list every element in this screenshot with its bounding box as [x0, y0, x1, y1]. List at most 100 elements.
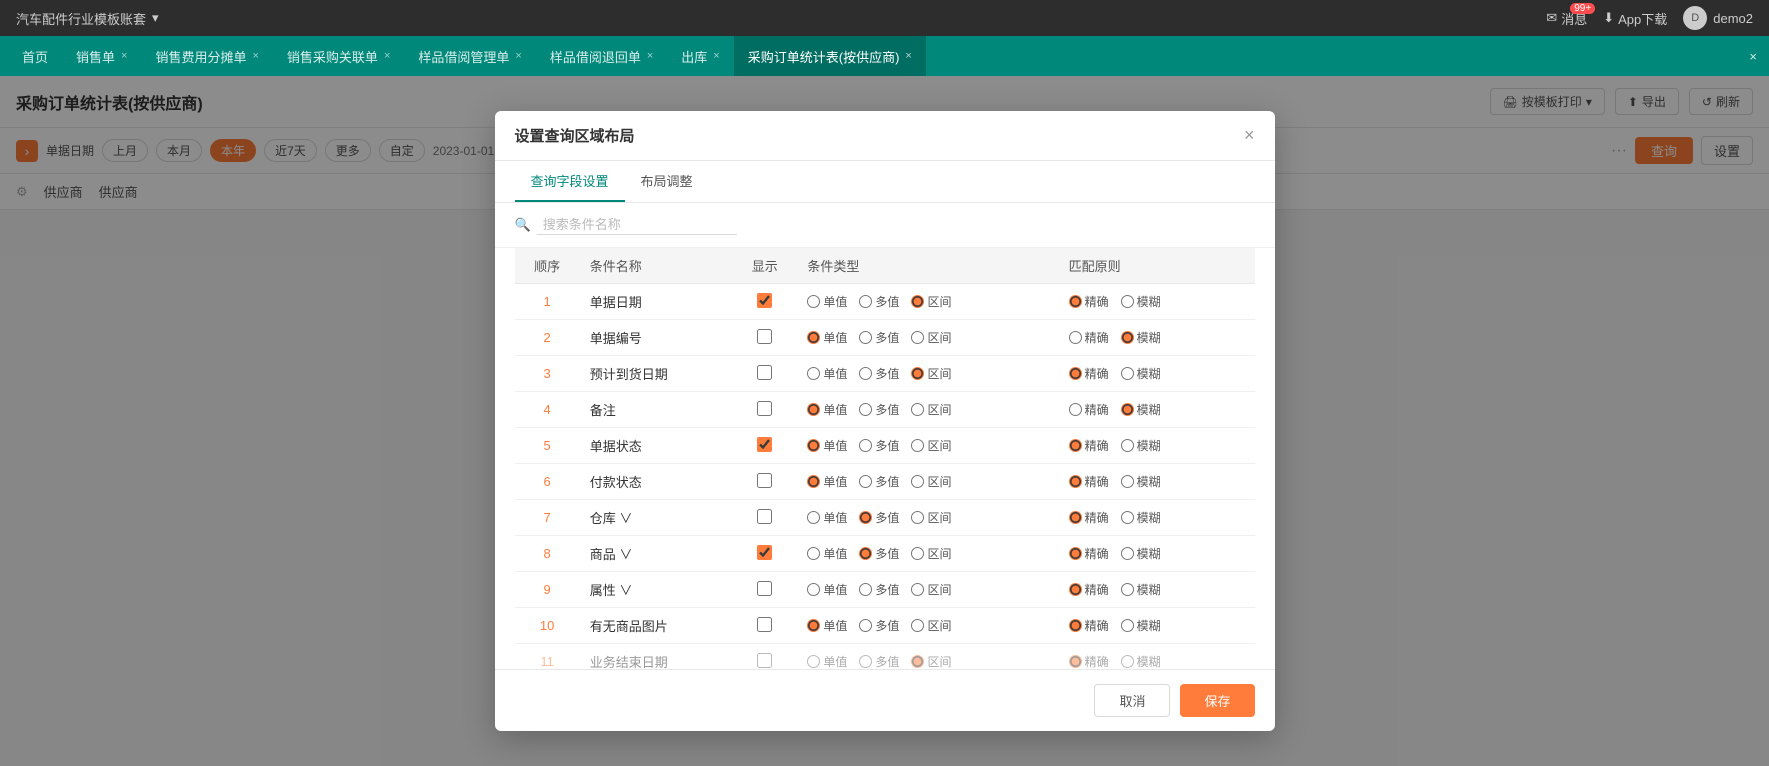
radio-match-fuzzy[interactable]: 模糊	[1121, 509, 1161, 526]
radio-match-fuzzy[interactable]: 模糊	[1121, 437, 1161, 454]
show-checkbox[interactable]	[757, 473, 772, 488]
radio-type-range[interactable]: 区间	[911, 437, 951, 454]
radio-type-multi[interactable]: 多值	[859, 293, 899, 310]
cell-type[interactable]: 单值多值区间	[797, 536, 1058, 572]
cell-type[interactable]: 单值多值区间	[797, 608, 1058, 644]
radio-match-fuzzy[interactable]: 模糊	[1121, 293, 1161, 310]
app-download-button[interactable]: ⬇ App下载	[1603, 9, 1667, 28]
show-checkbox[interactable]	[757, 581, 772, 596]
cell-type[interactable]: 单值多值区间	[797, 284, 1058, 320]
radio-type-range[interactable]: 区间	[911, 617, 951, 634]
nav-home[interactable]: 首页	[8, 36, 62, 76]
radio-type-multi[interactable]: 多值	[859, 545, 899, 562]
radio-type-single[interactable]: 单值	[807, 437, 847, 454]
cell-type[interactable]: 单值多值区间	[797, 464, 1058, 500]
radio-type-multi[interactable]: 多值	[859, 581, 899, 598]
radio-type-multi[interactable]: 多值	[859, 401, 899, 418]
show-checkbox[interactable]	[757, 617, 772, 632]
radio-type-multi[interactable]: 多值	[859, 329, 899, 346]
show-checkbox[interactable]	[757, 293, 772, 308]
show-checkbox[interactable]	[757, 509, 772, 524]
cell-show[interactable]	[732, 320, 797, 356]
show-checkbox[interactable]	[757, 401, 772, 416]
save-button[interactable]: 保存	[1180, 684, 1254, 717]
radio-type-multi[interactable]: 多值	[859, 617, 899, 634]
nav-tab-sales-purchase-close[interactable]: ×	[384, 50, 390, 62]
radio-match-exact[interactable]: 精确	[1069, 653, 1109, 669]
cell-show[interactable]	[732, 500, 797, 536]
cell-type[interactable]: 单值多值区间	[797, 644, 1058, 670]
cell-type[interactable]: 单值多值区间	[797, 392, 1058, 428]
cell-show[interactable]	[732, 392, 797, 428]
nav-tab-sample-return[interactable]: 样品借阅退回单 ×	[536, 36, 667, 76]
radio-type-multi[interactable]: 多值	[859, 473, 899, 490]
show-checkbox[interactable]	[757, 545, 772, 560]
show-checkbox[interactable]	[757, 329, 772, 344]
radio-match-fuzzy[interactable]: 模糊	[1121, 617, 1161, 634]
radio-type-single[interactable]: 单值	[807, 401, 847, 418]
cell-show[interactable]	[732, 608, 797, 644]
cell-match[interactable]: 精确模糊	[1059, 572, 1255, 608]
search-input[interactable]	[537, 215, 737, 235]
cell-type[interactable]: 单值多值区间	[797, 572, 1058, 608]
nav-tab-sample-close[interactable]: ×	[515, 50, 521, 62]
radio-match-fuzzy[interactable]: 模糊	[1121, 473, 1161, 490]
cell-type[interactable]: 单值多值区间	[797, 428, 1058, 464]
show-checkbox[interactable]	[757, 653, 772, 668]
show-checkbox[interactable]	[757, 365, 772, 380]
radio-type-single[interactable]: 单值	[807, 545, 847, 562]
radio-type-range[interactable]: 区间	[911, 329, 951, 346]
cell-show[interactable]	[732, 428, 797, 464]
radio-match-exact[interactable]: 精确	[1069, 329, 1109, 346]
nav-tab-outbound[interactable]: 出库 ×	[667, 36, 733, 76]
radio-type-single[interactable]: 单值	[807, 653, 847, 669]
radio-type-range[interactable]: 区间	[911, 545, 951, 562]
modal-close-button[interactable]: ×	[1244, 125, 1255, 146]
radio-match-exact[interactable]: 精确	[1069, 545, 1109, 562]
radio-type-range[interactable]: 区间	[911, 365, 951, 382]
cell-match[interactable]: 精确模糊	[1059, 356, 1255, 392]
radio-type-range[interactable]: 区间	[911, 401, 951, 418]
radio-type-single[interactable]: 单值	[807, 293, 847, 310]
cell-show[interactable]	[732, 644, 797, 670]
radio-match-exact[interactable]: 精确	[1069, 617, 1109, 634]
cell-match[interactable]: 精确模糊	[1059, 500, 1255, 536]
cell-type[interactable]: 单值多值区间	[797, 320, 1058, 356]
nav-tab-sales[interactable]: 销售单 ×	[62, 36, 141, 76]
radio-type-multi[interactable]: 多值	[859, 437, 899, 454]
radio-match-exact[interactable]: 精确	[1069, 473, 1109, 490]
cell-show[interactable]	[732, 356, 797, 392]
radio-match-exact[interactable]: 精确	[1069, 401, 1109, 418]
radio-match-exact[interactable]: 精确	[1069, 581, 1109, 598]
radio-type-multi[interactable]: 多值	[859, 509, 899, 526]
cell-match[interactable]: 精确模糊	[1059, 284, 1255, 320]
cell-show[interactable]	[732, 572, 797, 608]
cell-type[interactable]: 单值多值区间	[797, 356, 1058, 392]
cell-match[interactable]: 精确模糊	[1059, 608, 1255, 644]
cell-match[interactable]: 精确模糊	[1059, 644, 1255, 670]
radio-match-exact[interactable]: 精确	[1069, 293, 1109, 310]
radio-type-single[interactable]: 单值	[807, 365, 847, 382]
cell-show[interactable]	[732, 284, 797, 320]
nav-tab-purchase-stats[interactable]: 采购订单统计表(按供应商) ×	[734, 36, 926, 76]
radio-type-single[interactable]: 单值	[807, 617, 847, 634]
radio-type-range[interactable]: 区间	[911, 473, 951, 490]
nav-tab-purchase-stats-close[interactable]: ×	[905, 50, 911, 62]
radio-type-range[interactable]: 区间	[911, 653, 951, 669]
nav-tab-sales-expense[interactable]: 销售费用分摊单 ×	[141, 36, 272, 76]
cell-match[interactable]: 精确模糊	[1059, 464, 1255, 500]
radio-match-fuzzy[interactable]: 模糊	[1121, 545, 1161, 562]
cell-show[interactable]	[732, 464, 797, 500]
nav-tab-sales-expense-close[interactable]: ×	[252, 50, 258, 62]
radio-type-single[interactable]: 单值	[807, 509, 847, 526]
radio-match-fuzzy[interactable]: 模糊	[1121, 329, 1161, 346]
cancel-button[interactable]: 取消	[1094, 684, 1170, 717]
cell-match[interactable]: 精确模糊	[1059, 536, 1255, 572]
show-checkbox[interactable]	[757, 437, 772, 452]
cell-match[interactable]: 精确模糊	[1059, 428, 1255, 464]
radio-match-exact[interactable]: 精确	[1069, 509, 1109, 526]
radio-match-fuzzy[interactable]: 模糊	[1121, 365, 1161, 382]
radio-type-multi[interactable]: 多值	[859, 365, 899, 382]
nav-tab-sales-purchase[interactable]: 销售采购关联单 ×	[273, 36, 404, 76]
modal-tab-layout[interactable]: 布局调整	[625, 161, 709, 202]
